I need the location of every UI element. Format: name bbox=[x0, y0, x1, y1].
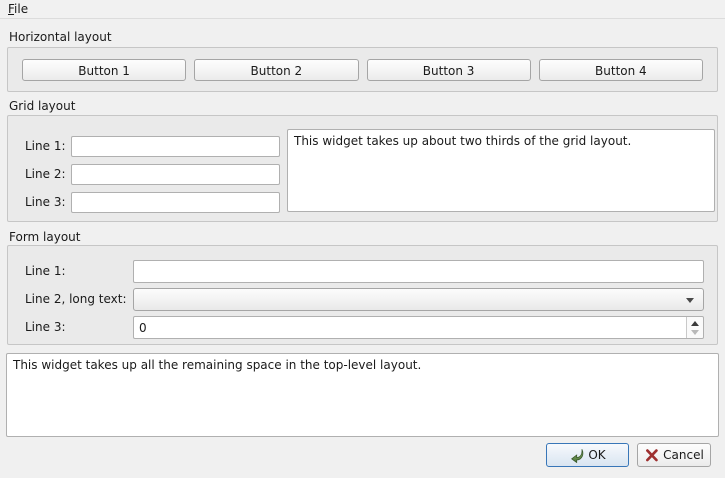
basic-layouts-window: File Horizontal layout Button 1 Button 2… bbox=[0, 0, 725, 478]
menubar: File bbox=[0, 0, 725, 19]
form-line3-label: Line 3: bbox=[25, 320, 66, 334]
spinbox-buttons bbox=[686, 317, 703, 338]
button-3[interactable]: Button 3 bbox=[366, 59, 531, 81]
grid-group-frame: Line 1: Line 2: Line 3: This widget take… bbox=[7, 115, 718, 222]
form-line2-label: Line 2, long text: bbox=[25, 292, 127, 306]
button-1[interactable]: Button 1 bbox=[22, 59, 187, 81]
grid-group-title: Grid layout bbox=[9, 99, 76, 113]
grid-text-edit[interactable]: This widget takes up about two thirds of… bbox=[287, 129, 715, 212]
form-line1-input[interactable] bbox=[133, 260, 704, 283]
spin-down-arrow-icon[interactable] bbox=[691, 329, 699, 335]
menu-file[interactable]: File bbox=[0, 0, 37, 19]
red-x-icon bbox=[644, 447, 660, 463]
horizontal-button-row: Button 1 Button 2 Button 3 Button 4 bbox=[8, 48, 717, 92]
grid-line2-label: Line 2: bbox=[25, 167, 66, 181]
spin-up-arrow-icon[interactable] bbox=[691, 320, 699, 326]
cancel-button-label: Cancel bbox=[663, 448, 704, 462]
grid-line2-input[interactable] bbox=[71, 164, 280, 185]
form-line1-label: Line 1: bbox=[25, 264, 66, 278]
button-4[interactable]: Button 4 bbox=[538, 59, 703, 81]
form-line3-spinbox[interactable] bbox=[133, 316, 704, 339]
grid-line1-label: Line 1: bbox=[25, 139, 66, 153]
grid-line3-input[interactable] bbox=[71, 192, 280, 213]
grid-line1-input[interactable] bbox=[71, 136, 280, 157]
ok-button[interactable]: OK bbox=[546, 443, 629, 467]
form-group-title: Form layout bbox=[9, 230, 81, 244]
grid-line3-label: Line 3: bbox=[25, 195, 66, 209]
menu-file-label-rest: ile bbox=[14, 2, 29, 16]
horizontal-group-frame: Button 1 Button 2 Button 3 Button 4 bbox=[7, 47, 718, 92]
button-2[interactable]: Button 2 bbox=[194, 59, 359, 81]
cancel-button[interactable]: Cancel bbox=[637, 443, 711, 467]
green-return-arrow-icon bbox=[569, 447, 585, 463]
form-line2-combobox[interactable] bbox=[133, 288, 704, 311]
form-group-frame: Line 1: Line 2, long text: Line 3: bbox=[7, 245, 718, 345]
chevron-down-icon bbox=[686, 298, 694, 303]
ok-button-label: OK bbox=[588, 448, 606, 462]
horizontal-group-title: Horizontal layout bbox=[9, 30, 112, 44]
bottom-text-edit[interactable]: This widget takes up all the remaining s… bbox=[6, 353, 719, 437]
spinbox-input[interactable] bbox=[134, 317, 703, 338]
